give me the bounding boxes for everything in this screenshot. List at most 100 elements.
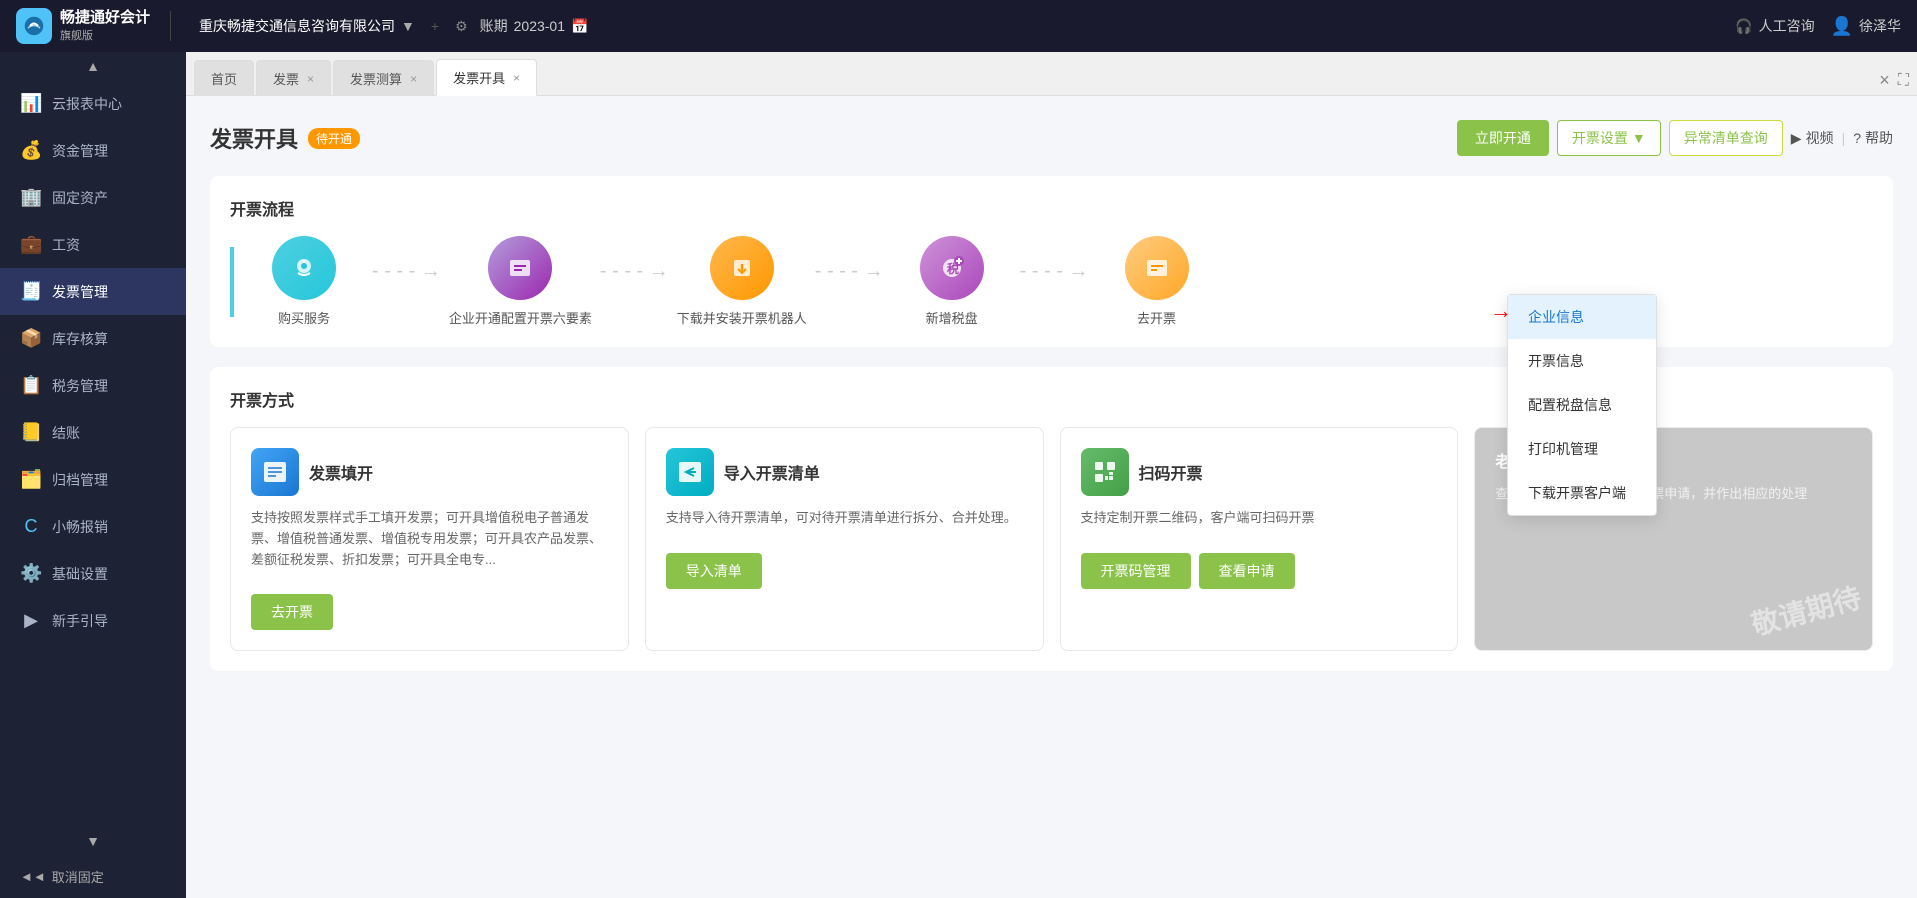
immediate-open-button[interactable]: 立即开通 bbox=[1457, 120, 1549, 156]
sidebar-item-fund-mgmt[interactable]: 💰 资金管理 bbox=[0, 127, 186, 174]
sidebar-label-tax-mgmt: 税务管理 bbox=[52, 376, 108, 396]
sidebar-scroll-down[interactable]: ▼ bbox=[0, 827, 186, 855]
payroll-icon: 💼 bbox=[20, 234, 42, 255]
support-area[interactable]: 🎧 人工咨询 bbox=[1735, 16, 1814, 36]
dropdown-item-download-client[interactable]: 下载开票客户端 bbox=[1508, 471, 1656, 515]
content-area: 首页 发票 × 发票测算 × 发票开具 × × ⛶ bbox=[186, 52, 1917, 898]
sidebar-scroll-up[interactable]: ▲ bbox=[0, 52, 186, 80]
go-invoice-label: 去开票 bbox=[1137, 308, 1176, 327]
sidebar: ▲ 📊 云报表中心 💰 资金管理 🏢 固定资产 💼 工资 🧾 发票管理 bbox=[0, 52, 186, 898]
sidebar-item-fixed-assets[interactable]: 🏢 固定资产 bbox=[0, 174, 186, 221]
company-selector[interactable]: 重庆畅捷交通信息咨询有限公司 ▼ bbox=[199, 16, 415, 36]
status-badge: 待开通 bbox=[308, 128, 360, 149]
page-title-area: 发票开具 待开通 bbox=[210, 122, 360, 154]
tab-expand-icon[interactable]: ⛶ bbox=[1898, 72, 1909, 90]
sidebar-label-settlement: 结账 bbox=[52, 423, 80, 443]
sidebar-item-archive-mgmt[interactable]: 🗂️ 归档管理 bbox=[0, 456, 186, 503]
invoice-mgmt-icon: 🧾 bbox=[20, 281, 42, 302]
invoice-settings-label: 开票设置 bbox=[1572, 128, 1628, 148]
cancel-fixed-icon: ◄◄ bbox=[20, 869, 46, 884]
sidebar-item-basic-settings[interactable]: ⚙️ 基础设置 bbox=[0, 550, 186, 597]
toolbar-divider: + bbox=[431, 18, 439, 34]
help-divider: | bbox=[1842, 130, 1846, 146]
add-tax-disk-label: 新增税盘 bbox=[926, 308, 978, 327]
dropdown-item-invoice-info[interactable]: 开票信息 bbox=[1508, 339, 1656, 383]
scan-invoice-header: 扫码开票 bbox=[1081, 448, 1438, 496]
help-label: 帮助 bbox=[1865, 128, 1893, 148]
settlement-icon: 📒 bbox=[20, 422, 42, 443]
tab-bar: 首页 发票 × 发票测算 × 发票开具 × × ⛶ bbox=[186, 52, 1917, 96]
invoice-settings-button[interactable]: 开票设置 ▼ bbox=[1557, 120, 1661, 156]
buy-service-label: 购买服务 bbox=[278, 308, 330, 327]
top-bar-right: 🎧 人工咨询 👤 徐泽华 bbox=[1735, 16, 1901, 37]
sidebar-item-xiaochang[interactable]: C 小畅报销 bbox=[0, 503, 186, 550]
tab-invoice-issue[interactable]: 发票开具 × bbox=[436, 59, 537, 96]
sidebar-item-tax-mgmt[interactable]: 📋 税务管理 bbox=[0, 362, 186, 409]
logo-area: 畅捷通好会计 旗舰版 bbox=[16, 8, 150, 44]
header-actions: 立即开通 开票设置 ▼ 异常清单查询 ▶ 视频 | ? bbox=[1457, 120, 1893, 156]
help-button[interactable]: ? 帮助 bbox=[1853, 128, 1893, 148]
user-avatar-icon: 👤 bbox=[1831, 16, 1853, 37]
inventory-icon: 📦 bbox=[20, 328, 42, 349]
sidebar-label-invoice-mgmt: 发票管理 bbox=[52, 282, 108, 302]
import-list-button[interactable]: 导入清单 bbox=[666, 553, 762, 589]
sidebar-label-payroll: 工资 bbox=[52, 235, 80, 255]
red-arrow-indicator: → bbox=[1490, 298, 1512, 324]
new-guide-icon: ▶ bbox=[20, 610, 42, 631]
sidebar-item-invoice-mgmt[interactable]: 🧾 发票管理 bbox=[0, 268, 186, 315]
cancel-fixed-button[interactable]: ◄◄ 取消固定 bbox=[0, 855, 186, 898]
dropdown-item-printer-mgmt[interactable]: 打印机管理 bbox=[1508, 427, 1656, 471]
invoice-code-mgmt-button[interactable]: 开票码管理 bbox=[1081, 553, 1191, 589]
headset-icon: 🎧 bbox=[1735, 18, 1752, 35]
enterprise-config-label: 企业开通配置开票六要素 bbox=[449, 308, 592, 327]
add-tax-disk-icon: 税 bbox=[920, 236, 984, 300]
chevron-down-icon[interactable]: ▼ bbox=[401, 18, 415, 34]
sidebar-item-cloud-report[interactable]: 📊 云报表中心 bbox=[0, 80, 186, 127]
calendar-icon[interactable]: 📅 bbox=[571, 18, 588, 35]
sidebar-label-xiaochang: 小畅报销 bbox=[52, 517, 108, 537]
sidebar-item-settlement[interactable]: 📒 结账 bbox=[0, 409, 186, 456]
view-application-button[interactable]: 查看申请 bbox=[1199, 553, 1295, 589]
download-label: 下载并安装开票机器人 bbox=[677, 308, 807, 327]
tab-home[interactable]: 首页 bbox=[194, 60, 254, 96]
tax-mgmt-icon: 📋 bbox=[20, 375, 42, 396]
period-value: 2023-01 bbox=[514, 18, 565, 34]
video-label: 视频 bbox=[1806, 128, 1834, 148]
go-invoice-icon bbox=[1125, 236, 1189, 300]
basic-settings-icon: ⚙️ bbox=[20, 563, 42, 584]
fill-invoice-desc: 支持按照发票样式手工填开发票；可开具增值税电子普通发票、增值税普通发票、增值税专… bbox=[251, 508, 608, 570]
import-list-header: 导入开票清单 bbox=[666, 448, 1023, 496]
sidebar-item-inventory[interactable]: 📦 库存核算 bbox=[0, 315, 186, 362]
main-content: 发票开具 待开通 立即开通 开票设置 ▼ 异常清单查询 ▶ 视频 bbox=[186, 96, 1917, 898]
username: 徐泽华 bbox=[1859, 16, 1901, 36]
flow-arrow-4: - - - - → bbox=[1020, 260, 1089, 303]
tab-close-icon[interactable]: × bbox=[1879, 70, 1890, 91]
divider bbox=[170, 11, 171, 41]
sidebar-item-payroll[interactable]: 💼 工资 bbox=[0, 221, 186, 268]
period-area: 账期 2023-01 📅 bbox=[480, 16, 589, 36]
fill-invoice-button[interactable]: 去开票 bbox=[251, 594, 333, 630]
tab-invoice-close[interactable]: × bbox=[307, 72, 314, 86]
sidebar-label-inventory: 库存核算 bbox=[52, 329, 108, 349]
dropdown-item-tax-disk-config[interactable]: 配置税盘信息 bbox=[1508, 383, 1656, 427]
user-area[interactable]: 👤 徐泽华 bbox=[1831, 16, 1901, 37]
cancel-fixed-label: 取消固定 bbox=[52, 867, 104, 886]
play-icon: ▶ bbox=[1791, 130, 1802, 147]
support-label: 人工咨询 bbox=[1759, 16, 1815, 36]
sidebar-label-fund-mgmt: 资金管理 bbox=[52, 141, 108, 161]
abnormal-list-button[interactable]: 异常清单查询 bbox=[1669, 120, 1783, 156]
video-button[interactable]: ▶ 视频 bbox=[1791, 128, 1834, 148]
settings-icon[interactable]: ⚙ bbox=[455, 18, 468, 35]
fill-invoice-icon bbox=[251, 448, 299, 496]
flow-section-title: 开票流程 bbox=[230, 196, 1873, 220]
dropdown-item-company-info[interactable]: 企业信息 bbox=[1508, 295, 1656, 339]
tab-invoice-issue-close[interactable]: × bbox=[513, 71, 520, 85]
flow-step-enterprise-config: 企业开通配置开票六要素 bbox=[449, 236, 592, 327]
scan-invoice-title: 扫码开票 bbox=[1139, 460, 1203, 484]
tab-invoice-calc[interactable]: 发票测算 × bbox=[333, 60, 434, 96]
tab-invoice[interactable]: 发票 × bbox=[256, 60, 331, 96]
sidebar-item-new-guide[interactable]: ▶ 新手引导 bbox=[0, 597, 186, 644]
dropdown-menu: 企业信息 开票信息 配置税盘信息 打印机管理 下载开票客户端 bbox=[1507, 294, 1657, 516]
buy-service-icon bbox=[272, 236, 336, 300]
tab-invoice-calc-close[interactable]: × bbox=[410, 72, 417, 86]
